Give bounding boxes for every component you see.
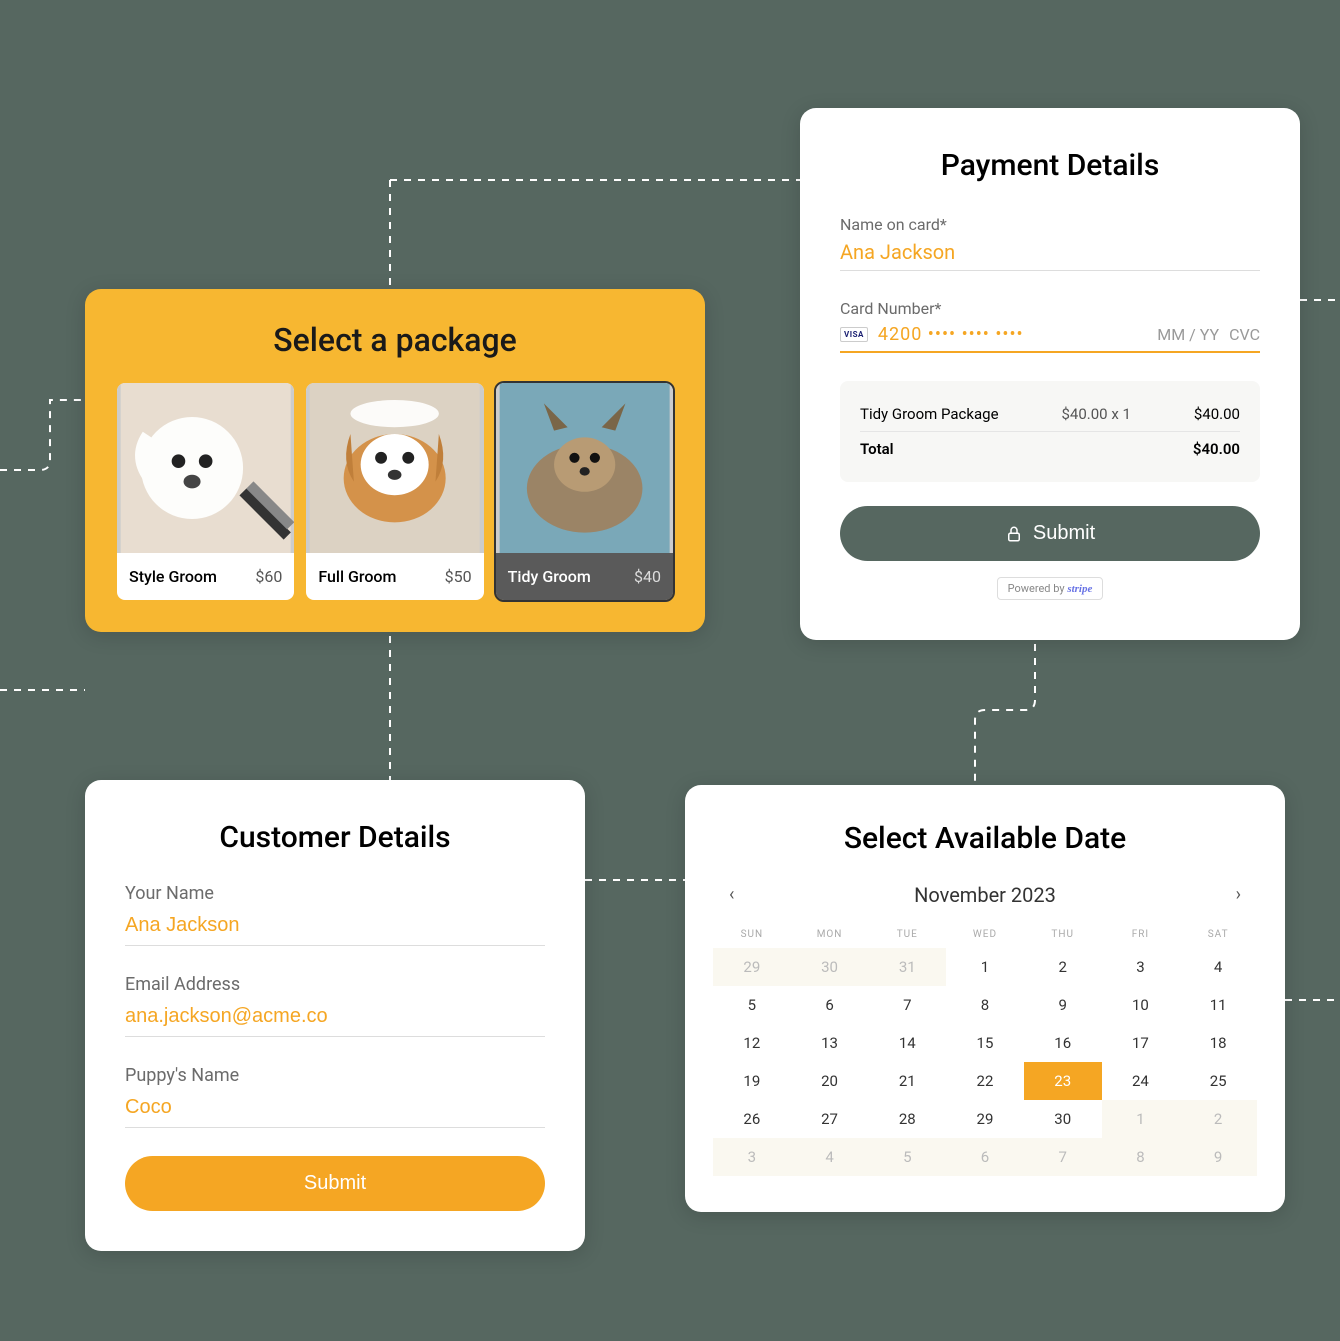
package-price: $60 (255, 567, 282, 586)
payment-submit-label: Submit (1033, 522, 1095, 545)
calendar-day[interactable]: 30 (1024, 1100, 1102, 1138)
calendar-dow: MON (791, 921, 869, 948)
calendar-day[interactable]: 18 (1179, 1024, 1257, 1062)
puppy-label: Puppy's Name (125, 1065, 545, 1086)
calendar-next-button[interactable]: › (1228, 880, 1249, 909)
calendar-day: 2 (1179, 1100, 1257, 1138)
customer-submit-button[interactable]: Submit (125, 1156, 545, 1211)
calendar-day[interactable]: 4 (1179, 948, 1257, 986)
total-label: Total (860, 440, 894, 458)
visa-icon: VISA (840, 327, 868, 342)
expiry-placeholder[interactable]: MM / YY (1157, 325, 1219, 344)
calendar-day: 29 (713, 948, 791, 986)
calendar-day: 7 (1024, 1138, 1102, 1176)
calendar-day[interactable]: 3 (1102, 948, 1180, 986)
package-option-full-groom[interactable]: Full Groom $50 (306, 383, 483, 600)
email-label: Email Address (125, 974, 545, 995)
line-item-amount: $40.00 (1194, 405, 1240, 423)
package-selector-card: Select a package Style Groom $60 Full Gr… (85, 289, 705, 632)
calendar-title: Select Available Date (713, 821, 1257, 856)
order-summary: Tidy Groom Package $40.00 x 1 $40.00 Tot… (840, 381, 1260, 482)
calendar-day[interactable]: 21 (868, 1062, 946, 1100)
line-item-qty: $40.00 x 1 (1062, 405, 1131, 423)
calendar-grid: SUNMONTUEWEDTHUFRISAT2930311234567891011… (713, 921, 1257, 1176)
calendar-day: 6 (946, 1138, 1024, 1176)
calendar-day[interactable]: 26 (713, 1100, 791, 1138)
calendar-day[interactable]: 11 (1179, 986, 1257, 1024)
calendar-day[interactable]: 15 (946, 1024, 1024, 1062)
calendar-dow: SUN (713, 921, 791, 948)
calendar-day[interactable]: 9 (1024, 986, 1102, 1024)
package-option-style-groom[interactable]: Style Groom $60 (117, 383, 294, 600)
dog-full-icon (306, 383, 483, 553)
calendar-dow: WED (946, 921, 1024, 948)
calendar-day: 31 (868, 948, 946, 986)
calendar-day: 30 (791, 948, 869, 986)
name-input[interactable] (125, 910, 545, 946)
calendar-day[interactable]: 25 (1179, 1062, 1257, 1100)
package-price: $50 (445, 567, 472, 586)
card-name-input[interactable]: Ana Jackson (840, 240, 1260, 271)
cvc-placeholder[interactable]: CVC (1229, 325, 1260, 344)
card-name-label: Name on card* (840, 215, 1260, 234)
calendar-dow: SAT (1179, 921, 1257, 948)
calendar-day[interactable]: 17 (1102, 1024, 1180, 1062)
calendar-day[interactable]: 19 (713, 1062, 791, 1100)
calendar-day[interactable]: 22 (946, 1062, 1024, 1100)
package-price: $40 (634, 567, 661, 586)
card-number-input[interactable]: VISA 4200 •••• •••• •••• MM / YY CVC (840, 324, 1260, 353)
calendar-day[interactable]: 20 (791, 1062, 869, 1100)
calendar-day[interactable]: 13 (791, 1024, 869, 1062)
calendar-dow: FRI (1102, 921, 1180, 948)
calendar-day[interactable]: 7 (868, 986, 946, 1024)
calendar-day[interactable]: 29 (946, 1100, 1024, 1138)
stripe-badge: Powered by stripe (997, 577, 1104, 600)
package-options: Style Groom $60 Full Groom $50 Tidy Groo… (117, 383, 673, 600)
package-option-tidy-groom[interactable]: Tidy Groom $40 (496, 383, 673, 600)
total-amount: $40.00 (1193, 440, 1240, 458)
package-name: Style Groom (129, 567, 217, 586)
customer-details-card: Customer Details Your Name Email Address… (85, 780, 585, 1251)
payment-title: Payment Details (840, 148, 1260, 183)
payment-details-card: Payment Details Name on card* Ana Jackso… (800, 108, 1300, 640)
calendar-day[interactable]: 27 (791, 1100, 869, 1138)
dog-tidy-icon (496, 383, 673, 553)
calendar-day[interactable]: 23 (1024, 1062, 1102, 1100)
calendar-day[interactable]: 6 (791, 986, 869, 1024)
email-input[interactable] (125, 1001, 545, 1037)
package-name: Full Groom (318, 567, 396, 586)
calendar-card: Select Available Date ‹ November 2023 › … (685, 785, 1285, 1212)
calendar-day: 9 (1179, 1138, 1257, 1176)
puppy-input[interactable] (125, 1092, 545, 1128)
card-number-value: 4200 •••• •••• •••• (878, 324, 1147, 345)
calendar-day[interactable]: 12 (713, 1024, 791, 1062)
package-title: Select a package (117, 321, 673, 359)
calendar-day[interactable]: 2 (1024, 948, 1102, 986)
calendar-day: 8 (1102, 1138, 1180, 1176)
calendar-day[interactable]: 10 (1102, 986, 1180, 1024)
card-number-label: Card Number* (840, 299, 1260, 318)
dog-style-icon (117, 383, 294, 553)
calendar-day[interactable]: 8 (946, 986, 1024, 1024)
calendar-day: 5 (868, 1138, 946, 1176)
calendar-day[interactable]: 1 (946, 948, 1024, 986)
calendar-day: 4 (791, 1138, 869, 1176)
calendar-month-label: November 2023 (914, 883, 1056, 907)
line-item-name: Tidy Groom Package (860, 405, 999, 423)
calendar-day: 1 (1102, 1100, 1180, 1138)
payment-submit-button[interactable]: Submit (840, 506, 1260, 561)
calendar-prev-button[interactable]: ‹ (721, 880, 742, 909)
lock-icon (1005, 525, 1023, 543)
calendar-dow: THU (1024, 921, 1102, 948)
calendar-day[interactable]: 16 (1024, 1024, 1102, 1062)
package-name: Tidy Groom (508, 567, 591, 586)
customer-title: Customer Details (125, 820, 545, 855)
calendar-day: 3 (713, 1138, 791, 1176)
calendar-day[interactable]: 24 (1102, 1062, 1180, 1100)
calendar-dow: TUE (868, 921, 946, 948)
name-label: Your Name (125, 883, 545, 904)
calendar-day[interactable]: 5 (713, 986, 791, 1024)
calendar-day[interactable]: 14 (868, 1024, 946, 1062)
calendar-day[interactable]: 28 (868, 1100, 946, 1138)
